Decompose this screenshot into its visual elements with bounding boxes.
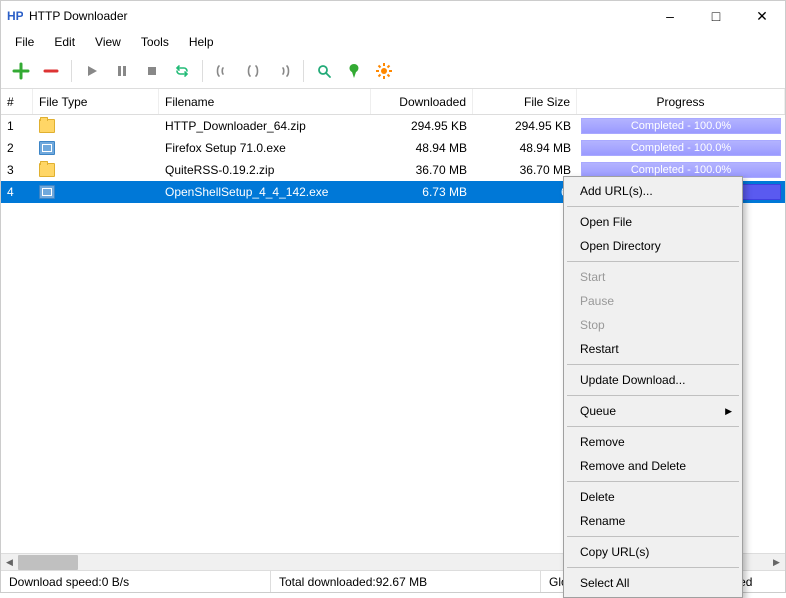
context-menu-item: Start [566,265,740,289]
context-menu-item[interactable]: Remove and Delete [566,454,740,478]
application-icon [39,141,55,155]
archive-icon [39,119,55,133]
context-menu-item: Pause [566,289,740,313]
menu-view[interactable]: View [85,33,131,51]
context-menu-item[interactable]: Remove [566,430,740,454]
context-menu-item[interactable]: Select All [566,571,740,595]
context-menu-separator [567,206,739,207]
cell-filesize: 294.95 KB [473,115,577,137]
remove-button[interactable] [37,57,65,85]
cell-filetype [33,137,159,159]
context-menu-item[interactable]: Restart [566,337,740,361]
cell-filename: HTTP_Downloader_64.zip [159,115,371,137]
toolbar-separator [303,60,304,82]
pause-button[interactable] [108,57,136,85]
menu-tools[interactable]: Tools [131,33,179,51]
cell-downloaded: 36.70 MB [371,159,473,181]
cell-filesize: 36.70 MB [473,159,577,181]
context-menu-separator [567,567,739,568]
cell-number: 3 [1,159,33,181]
column-header-filetype[interactable]: File Type [33,89,159,114]
cell-filesize: 48.94 MB [473,137,577,159]
add-button[interactable] [7,57,35,85]
filter-button[interactable] [340,57,368,85]
menu-help[interactable]: Help [179,33,224,51]
column-header-number[interactable]: # [1,89,33,114]
progress-bar: Completed - 100.0% [581,118,781,134]
titlebar: HP HTTP Downloader – □ ✕ [1,1,785,31]
cell-downloaded: 294.95 KB [371,115,473,137]
window-buttons: – □ ✕ [647,1,785,31]
column-header-progress[interactable]: Progress [577,89,785,114]
toolbar-separator [202,60,203,82]
context-menu-separator [567,261,739,262]
minimize-button[interactable]: – [647,1,693,31]
app-icon: HP [7,8,23,24]
scroll-right-button[interactable]: ▶ [768,554,785,571]
column-header-filename[interactable]: Filename [159,89,371,114]
window-title: HTTP Downloader [29,9,647,23]
context-menu-separator [567,481,739,482]
context-menu-item[interactable]: Open Directory [566,234,740,258]
scroll-left-button[interactable]: ◀ [1,554,18,571]
maximize-button[interactable]: □ [693,1,739,31]
restart-button[interactable] [168,57,196,85]
cell-number: 1 [1,115,33,137]
table-row[interactable]: 1HTTP_Downloader_64.zip294.95 KB294.95 K… [1,115,785,137]
column-header-downloaded[interactable]: Downloaded [371,89,473,114]
context-menu-separator [567,536,739,537]
context-menu-item[interactable]: Update Download... [566,368,740,392]
status-total: Total downloaded: 92.67 MB [271,571,541,592]
stop-button[interactable] [138,57,166,85]
cell-filesize: 6. [473,181,577,203]
cell-filetype [33,159,159,181]
cell-downloaded: 48.94 MB [371,137,473,159]
menu-file[interactable]: File [5,33,44,51]
grid-header: # File Type Filename Downloaded File Siz… [1,89,785,115]
cell-downloaded: 6.73 MB [371,181,473,203]
context-menu-item[interactable]: Queue▶ [566,399,740,423]
context-menu-separator [567,364,739,365]
context-menu: Add URL(s)... Open FileOpen Directory Star… [563,176,743,598]
bracket-both-button[interactable] [239,57,267,85]
application-icon [39,185,55,199]
cell-filetype [33,115,159,137]
chevron-right-icon: ▶ [725,406,732,417]
scroll-thumb[interactable] [18,555,78,570]
progress-bar: Completed - 100.0% [581,140,781,156]
cell-filetype [33,181,159,203]
cell-filename: OpenShellSetup_4_4_142.exe [159,181,371,203]
bracket-right-button[interactable] [269,57,297,85]
status-speed: Download speed: 0 B/s [1,571,271,592]
menu-edit[interactable]: Edit [44,33,85,51]
context-menu-item[interactable]: Rename [566,509,740,533]
menubar: File Edit View Tools Help [1,31,785,53]
context-menu-item[interactable]: Delete [566,485,740,509]
svg-text:HP: HP [7,9,23,23]
context-menu-item: Stop [566,313,740,337]
context-menu-item[interactable]: Copy URL(s) [566,540,740,564]
search-button[interactable] [310,57,338,85]
cell-filename: QuiteRSS-0.19.2.zip [159,159,371,181]
toolbar [1,53,785,89]
bracket-left-button[interactable] [209,57,237,85]
close-button[interactable]: ✕ [739,1,785,31]
cell-progress: Completed - 100.0% [577,137,785,159]
context-menu-item[interactable]: Add URL(s)... [566,179,740,203]
context-menu-item[interactable]: Open File [566,210,740,234]
context-menu-separator [567,426,739,427]
archive-icon [39,163,55,177]
column-header-filesize[interactable]: File Size [473,89,577,114]
cell-number: 4 [1,181,33,203]
settings-button[interactable] [370,57,398,85]
cell-filename: Firefox Setup 71.0.exe [159,137,371,159]
table-row[interactable]: 2Firefox Setup 71.0.exe48.94 MB48.94 MBC… [1,137,785,159]
toolbar-separator [71,60,72,82]
context-menu-separator [567,395,739,396]
cell-number: 2 [1,137,33,159]
start-button[interactable] [78,57,106,85]
cell-progress: Completed - 100.0% [577,115,785,137]
